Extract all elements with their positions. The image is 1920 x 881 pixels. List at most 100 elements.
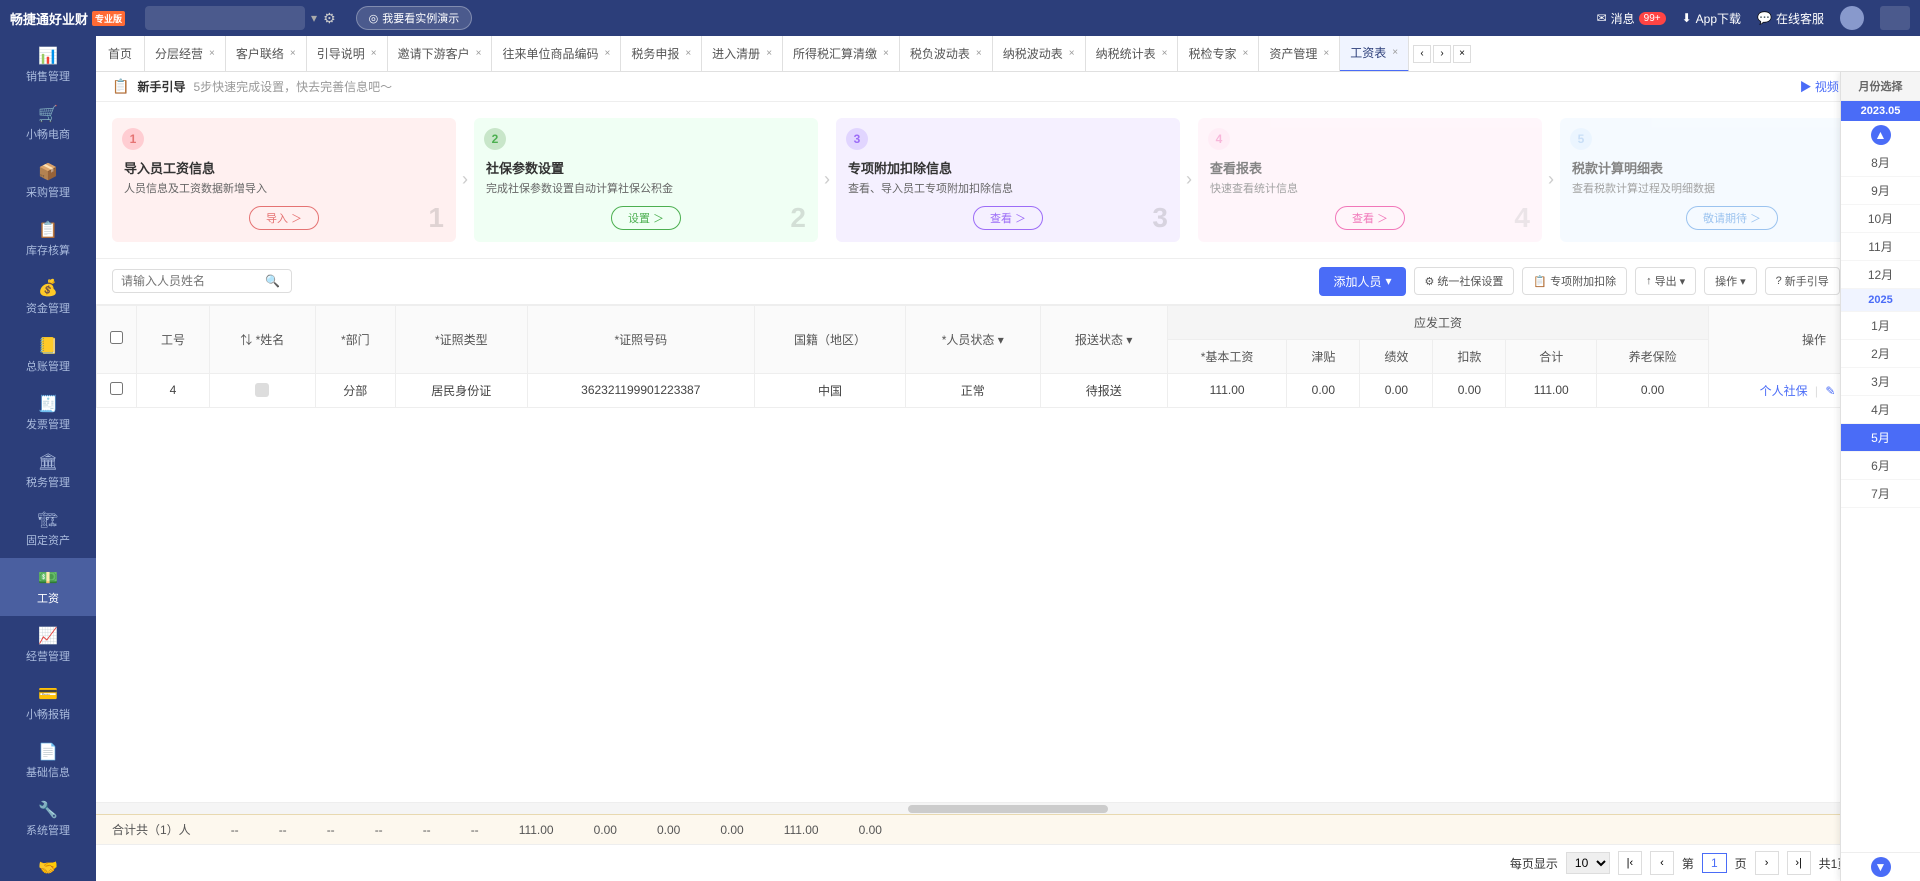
tab-home[interactable]: 首页 <box>96 36 145 72</box>
month-item-7[interactable]: 7月 <box>1841 480 1920 508</box>
online-service-btn[interactable]: 💬 在线客服 <box>1757 10 1824 27</box>
company-selector[interactable] <box>145 6 305 30</box>
sidebar-item-system[interactable]: 🔧 系统管理 <box>0 790 96 848</box>
month-item-6[interactable]: 6月 <box>1841 452 1920 480</box>
search-input[interactable] <box>121 274 261 288</box>
op-edit-icon[interactable]: ✎ <box>1825 384 1835 398</box>
tab-income-tax[interactable]: 所得税汇算清缴 × <box>783 36 900 72</box>
sidebar-item-invoice[interactable]: 🧾 发票管理 <box>0 384 96 442</box>
month-item-10[interactable]: 10月 <box>1841 205 1920 233</box>
sidebar-item-tax[interactable]: 🏛 税务管理 <box>0 442 96 500</box>
month-item-12[interactable]: 12月 <box>1841 261 1920 289</box>
select-all-checkbox[interactable] <box>110 331 123 344</box>
page-first-btn[interactable]: |‹ <box>1618 851 1642 875</box>
user-avatar[interactable] <box>1840 6 1864 30</box>
sidebar-item-ecommerce[interactable]: 🛒 小畅电商 <box>0 94 96 152</box>
page-last-btn[interactable]: ›| <box>1787 851 1811 875</box>
tab-close-clearance[interactable]: × <box>766 48 772 59</box>
tab-close-income-tax[interactable]: × <box>883 48 889 59</box>
sidebar-item-finance[interactable]: 💰 资金管理 <box>0 268 96 326</box>
tab-close-tax-burden[interactable]: × <box>976 48 982 59</box>
month-nav-down[interactable]: ▼ <box>1871 857 1891 877</box>
tab-close-tax-wave[interactable]: × <box>1069 48 1075 59</box>
message-btn[interactable]: ✉ 消息 99+ <box>1597 10 1666 27</box>
tab-tax-stats[interactable]: 纳税统计表 × <box>1086 36 1179 72</box>
user-menu[interactable] <box>1880 6 1910 30</box>
tab-salary[interactable]: 工资表 × <box>1340 36 1409 72</box>
month-item-8[interactable]: 8月 <box>1841 149 1920 177</box>
month-item-4[interactable]: 4月 <box>1841 396 1920 424</box>
sidebar-item-sales[interactable]: 📊 销售管理 <box>0 36 96 94</box>
sidebar-item-basic-info[interactable]: 📄 基础信息 <box>0 732 96 790</box>
tab-tax-return[interactable]: 税务申报 × <box>621 36 702 72</box>
sidebar-item-salary[interactable]: 💵 工资 <box>0 558 96 616</box>
step-1-title: 导入员工资信息 <box>124 158 444 177</box>
horizontal-scrollbar[interactable] <box>96 802 1920 814</box>
tab-close-tax-stats[interactable]: × <box>1162 48 1168 59</box>
tab-invite[interactable]: 邀请下游客户 × <box>388 36 493 72</box>
sidebar-item-expense[interactable]: 💳 小畅报销 <box>0 674 96 732</box>
tab-customer[interactable]: 客户联络 × <box>226 36 307 72</box>
sidebar-item-ledger[interactable]: 📒 总账管理 <box>0 326 96 384</box>
tab-close-guide[interactable]: × <box>371 48 377 59</box>
per-page-select[interactable]: 10 20 50 <box>1566 852 1610 874</box>
unified-settings-button[interactable]: ⚙ 统一社保设置 <box>1414 267 1515 295</box>
step-5-btn[interactable]: 敬请期待 ＞ <box>1686 206 1778 230</box>
top-bar-mid: ◎ 我要看实例演示 <box>336 6 1597 30</box>
tab-clearance[interactable]: 进入清册 × <box>702 36 783 72</box>
tab-close-assets[interactable]: × <box>1323 48 1329 59</box>
tab-nav-close-all[interactable]: × <box>1453 45 1471 63</box>
month-item-11[interactable]: 11月 <box>1841 233 1920 261</box>
sidebar-item-inventory[interactable]: 📋 库存核算 <box>0 210 96 268</box>
tab-product-code[interactable]: 往来单位商品编码 × <box>492 36 621 72</box>
tab-nav-prev[interactable]: ‹ <box>1413 45 1431 63</box>
export-button[interactable]: ↑ 导出 ▾ <box>1635 267 1696 295</box>
month-item-9[interactable]: 9月 <box>1841 177 1920 205</box>
tab-layered[interactable]: 分层经营 × <box>145 36 226 72</box>
step-3-btn[interactable]: 查看 ＞ <box>973 206 1043 230</box>
newbie-guide-button[interactable]: ? 新手引导 <box>1765 267 1840 295</box>
page-label: 第 <box>1682 855 1694 872</box>
tab-close-layered[interactable]: × <box>209 48 215 59</box>
search-icon[interactable]: 🔍 <box>265 274 280 288</box>
tab-tax-wave[interactable]: 纳税波动表 × <box>993 36 1086 72</box>
page-next-btn[interactable]: › <box>1755 851 1779 875</box>
sort-icon-name: ⇅ <box>240 333 252 347</box>
tab-tax-burden[interactable]: 税负波动表 × <box>900 36 993 72</box>
month-item-1[interactable]: 1月 <box>1841 312 1920 340</box>
filter-icon-send[interactable]: ▾ <box>1126 333 1132 347</box>
settings-icon[interactable]: ⚙ <box>323 10 336 27</box>
tab-close-customer[interactable]: × <box>290 48 296 59</box>
scrollbar-thumb[interactable] <box>908 805 1108 813</box>
tab-guide[interactable]: 引导说明 × <box>307 36 388 72</box>
sidebar-item-purchase[interactable]: 📦 采购管理 <box>0 152 96 210</box>
op-personal-insurance[interactable]: 个人社保 <box>1760 384 1808 398</box>
tab-close-tax-return[interactable]: × <box>685 48 691 59</box>
add-person-button[interactable]: 添加人员 ▾ <box>1319 267 1405 296</box>
step-1-btn[interactable]: 导入 ＞ <box>249 206 319 230</box>
tab-close-tax-expert[interactable]: × <box>1242 48 1248 59</box>
video-btn[interactable]: ▶ 视频 <box>1800 78 1839 95</box>
tab-close-product-code[interactable]: × <box>604 48 610 59</box>
special-deduction-button[interactable]: 📋 专项附加扣除 <box>1522 267 1627 295</box>
operations-button[interactable]: 操作 ▾ <box>1704 267 1757 295</box>
sidebar-item-management[interactable]: 📈 经营管理 <box>0 616 96 674</box>
filter-icon-status[interactable]: ▾ <box>998 333 1004 347</box>
demo-button[interactable]: ◎ 我要看实例演示 <box>356 6 473 30</box>
tab-tax-expert[interactable]: 税检专家 × <box>1178 36 1259 72</box>
month-item-2[interactable]: 2月 <box>1841 340 1920 368</box>
sidebar-item-assets[interactable]: 🏗 固定资产 <box>0 500 96 558</box>
sidebar-item-cooperation[interactable]: 🤝 企业协同 <box>0 848 96 881</box>
tab-nav-next[interactable]: › <box>1433 45 1451 63</box>
app-download-btn[interactable]: ⬇ App下载 <box>1682 10 1741 27</box>
tab-close-salary[interactable]: × <box>1392 47 1398 58</box>
step-2-btn[interactable]: 设置 ＞ <box>611 206 681 230</box>
month-item-3[interactable]: 3月 <box>1841 368 1920 396</box>
tab-assets[interactable]: 资产管理 × <box>1259 36 1340 72</box>
row-checkbox[interactable] <box>110 382 123 395</box>
tab-close-invite[interactable]: × <box>476 48 482 59</box>
month-item-5[interactable]: 5月 <box>1841 424 1920 452</box>
page-prev-btn[interactable]: ‹ <box>1650 851 1674 875</box>
step-4-btn[interactable]: 查看 ＞ <box>1335 206 1405 230</box>
month-nav-up[interactable]: ▲ <box>1871 125 1891 145</box>
